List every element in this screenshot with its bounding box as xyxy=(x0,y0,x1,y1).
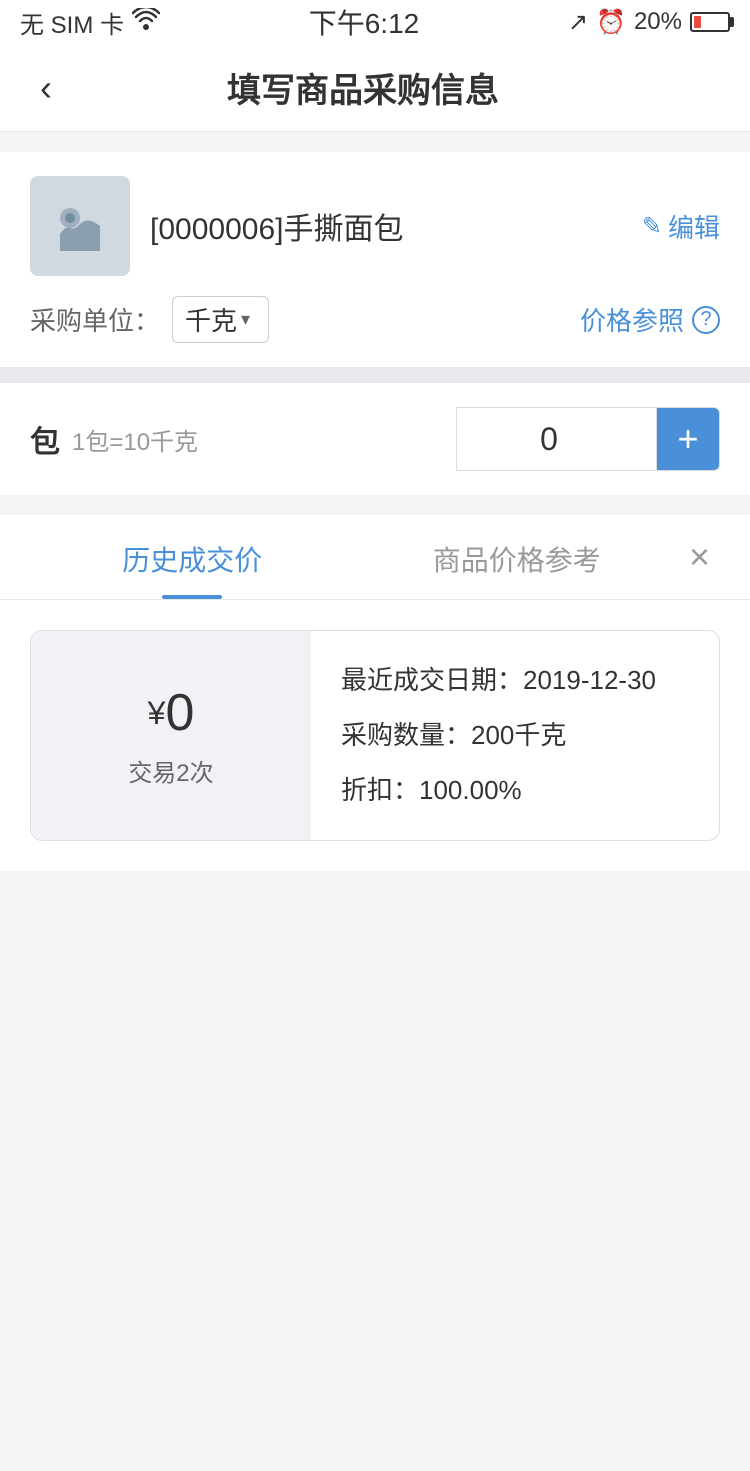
nav-bar: ‹ 填写商品采购信息 xyxy=(0,44,750,132)
wifi-icon xyxy=(132,8,160,37)
unit-icon: 包 xyxy=(30,417,60,461)
carrier-text: 无 SIM 卡 xyxy=(20,5,124,40)
product-section: [0000006]手撕面包 ✎ 编辑 采购单位： 千克 价格参照 ? xyxy=(0,152,750,367)
discount-value: 100.00% xyxy=(419,775,522,805)
price-value: 0 xyxy=(165,684,194,742)
page-title: 填写商品采购信息 xyxy=(62,63,664,112)
currency-symbol: ¥ xyxy=(148,695,166,732)
tab-history-price[interactable]: 历史成交价 xyxy=(30,515,354,599)
alarm-icon: ⏰ xyxy=(596,8,626,37)
status-bar: 无 SIM 卡 下午6:12 ↗ ⏰ 20% xyxy=(0,0,750,44)
edit-button[interactable]: ✎ 编辑 xyxy=(642,208,720,245)
main-background xyxy=(0,871,750,1471)
date-row: 最近成交日期：2019-12-30 xyxy=(341,661,689,700)
history-card: ¥0 交易2次 最近成交日期：2019-12-30 采购数量：200千克 折扣：… xyxy=(30,630,720,841)
price-reference-button[interactable]: 价格参照 ? xyxy=(580,301,720,338)
tab-header: 历史成交价 商品价格参考 × xyxy=(0,515,750,600)
back-button[interactable]: ‹ xyxy=(30,57,62,119)
history-price: ¥0 xyxy=(148,683,195,743)
quantity-row-detail: 采购数量：200千克 xyxy=(341,716,689,755)
price-ref-label: 价格参照 xyxy=(580,301,684,338)
status-right: ↗ ⏰ 20% xyxy=(568,8,730,37)
purchase-unit-row: 采购单位： 千克 xyxy=(30,296,269,343)
tab-history-label: 历史成交价 xyxy=(122,545,262,576)
tab-price-ref-label: 商品价格参考 xyxy=(433,545,601,576)
quantity-control: + xyxy=(456,407,720,471)
battery-icon xyxy=(690,12,730,32)
tab-product-price-ref[interactable]: 商品价格参考 xyxy=(354,515,678,599)
tab-section: 历史成交价 商品价格参考 × ¥0 交易2次 最近成交日期：2019-12-30… xyxy=(0,515,750,871)
section-divider xyxy=(0,367,750,383)
date-value: 2019-12-30 xyxy=(523,665,656,695)
unit-value: 千克 xyxy=(185,301,237,338)
status-left: 无 SIM 卡 xyxy=(20,5,160,40)
edit-label: 编辑 xyxy=(668,208,720,245)
quantity-plus-button[interactable]: + xyxy=(656,407,720,471)
status-time: 下午6:12 xyxy=(309,2,420,42)
purchase-row: 采购单位： 千克 价格参照 ? xyxy=(30,296,720,343)
history-left-panel: ¥0 交易2次 xyxy=(31,631,311,840)
location-icon: ↗ xyxy=(568,8,588,37)
unit-convert-text: 1包=10千克 xyxy=(72,422,198,457)
unit-label: 包 1包=10千克 xyxy=(30,417,198,461)
history-right-panel: 最近成交日期：2019-12-30 采购数量：200千克 折扣：100.00% xyxy=(311,631,719,840)
purchase-unit-label: 采购单位： xyxy=(30,301,160,338)
quantity-row: 包 1包=10千克 + xyxy=(0,383,750,495)
date-label: 最近成交日期： xyxy=(341,665,523,695)
help-icon: ? xyxy=(692,306,720,334)
history-trades: 交易2次 xyxy=(128,753,213,788)
product-thumbnail xyxy=(30,176,130,276)
quantity-label: 采购数量： xyxy=(341,720,471,750)
discount-row: 折扣：100.00% xyxy=(341,771,689,810)
quantity-value: 200千克 xyxy=(471,720,566,750)
unit-dropdown[interactable]: 千克 xyxy=(172,296,269,343)
history-content: ¥0 交易2次 最近成交日期：2019-12-30 采购数量：200千克 折扣：… xyxy=(0,600,750,871)
product-name: [0000006]手撕面包 xyxy=(150,204,403,248)
discount-label: 折扣： xyxy=(341,775,419,805)
tab-close-button[interactable]: × xyxy=(679,526,720,588)
product-header: [0000006]手撕面包 ✎ 编辑 xyxy=(30,176,720,276)
product-left: [0000006]手撕面包 xyxy=(30,176,403,276)
battery-percent: 20% xyxy=(634,8,682,36)
quantity-input[interactable] xyxy=(456,407,656,471)
edit-icon: ✎ xyxy=(642,212,662,241)
